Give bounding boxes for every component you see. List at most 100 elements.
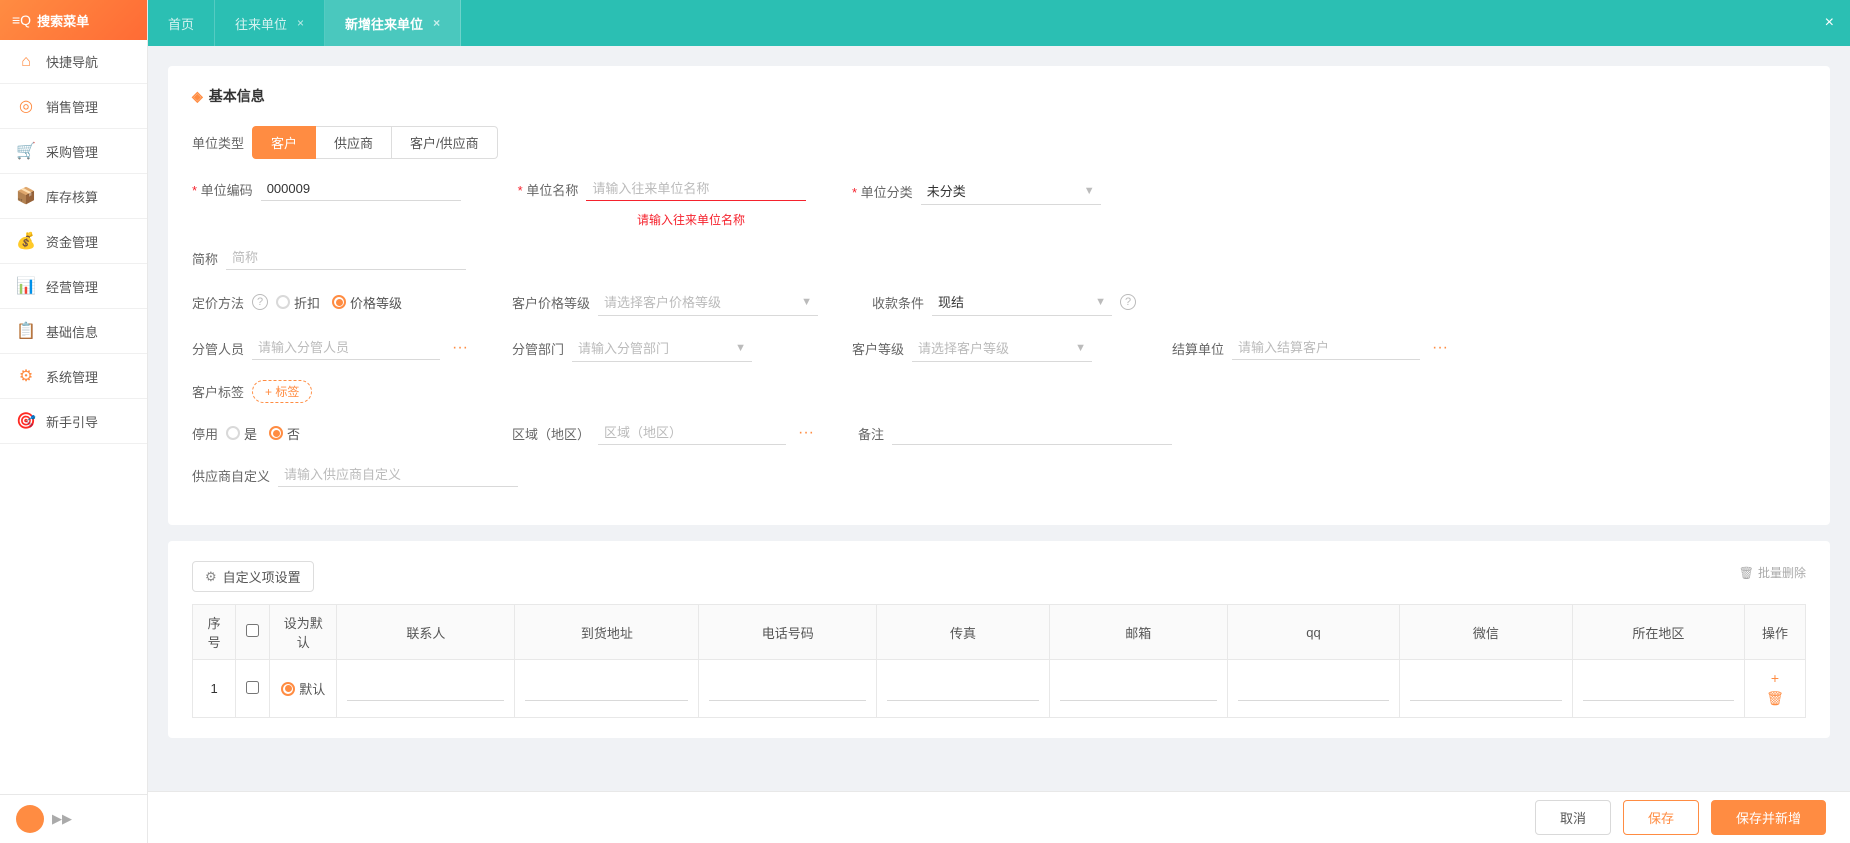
pricing-level-option[interactable]: 价格等级 (332, 293, 402, 312)
unit-category-value: 未分类 (927, 181, 1080, 200)
row-default-cell: 默认 (270, 660, 337, 718)
unit-type-supplier-button[interactable]: 供应商 (316, 126, 392, 159)
tab-unit-list-close[interactable]: × (297, 16, 304, 30)
user-avatar[interactable] (16, 805, 44, 833)
customize-btn-label: 自定义项设置 (223, 567, 301, 586)
row-wechat-cell (1400, 660, 1572, 718)
manager-more-button[interactable]: ··· (448, 339, 472, 357)
row-fax-input[interactable] (887, 677, 1038, 701)
row-phone-input[interactable] (709, 677, 866, 701)
row-region-input[interactable] (1583, 677, 1734, 701)
row-qq-input[interactable] (1238, 677, 1389, 701)
search-menu-button[interactable]: ≡Q 搜索菜单 (0, 0, 147, 40)
unit-code-field: 单位编码 (192, 177, 472, 201)
cancel-button[interactable]: 取消 (1535, 800, 1611, 835)
sidebar-item-label: 新手引导 (46, 412, 98, 431)
unit-category-select[interactable]: 未分类 ▼ (921, 177, 1101, 205)
sidebar-item-sales[interactable]: ◎ 销售管理 (0, 84, 147, 129)
sidebar-item-label: 经营管理 (46, 277, 98, 296)
sidebar-item-quick-nav[interactable]: ⌂ 快捷导航 (0, 40, 147, 84)
unit-type-customer-button[interactable]: 客户 (252, 126, 316, 159)
sidebar-item-operations[interactable]: 📊 经营管理 (0, 264, 147, 309)
region-more-button[interactable]: ··· (794, 424, 818, 442)
unit-type-both-button[interactable]: 客户/供应商 (392, 126, 498, 159)
unit-code-input[interactable] (261, 177, 461, 201)
payment-terms-select[interactable]: 现结 ▼ (932, 288, 1112, 316)
inventory-icon: 📦 (16, 186, 36, 206)
table-header-row: 序号 设为默认 联系人 到货地址 电话号码 传真 邮箱 qq 微信 所在地区 操… (193, 605, 1806, 660)
tab-new-unit[interactable]: 新增往来单位 × (325, 0, 461, 46)
tab-home[interactable]: 首页 (148, 0, 215, 46)
sidebar-item-guide[interactable]: 🎯 新手引导 (0, 399, 147, 444)
pricing-level-label: 价格等级 (350, 293, 402, 312)
pricing-method-help-icon[interactable]: ? (252, 294, 268, 310)
tab-home-label: 首页 (168, 14, 194, 33)
search-icon: ≡Q (12, 12, 31, 28)
row-qq-cell (1227, 660, 1399, 718)
row-address-cell (515, 660, 699, 718)
tab-new-unit-close[interactable]: × (433, 16, 440, 30)
department-select[interactable]: 请输入分管部门 ▼ (572, 334, 752, 362)
add-tag-button[interactable]: + 标签 (252, 380, 312, 403)
sidebar-item-inventory[interactable]: 📦 库存核算 (0, 174, 147, 219)
tab-unit-list[interactable]: 往来单位 × (215, 0, 325, 46)
row-checkbox-cell (236, 660, 270, 718)
short-name-input[interactable] (226, 246, 466, 270)
sidebar-item-finance[interactable]: 💰 资金管理 (0, 219, 147, 264)
customer-price-level-field: 客户价格等级 请选择客户价格等级 ▼ (512, 288, 832, 316)
customer-price-level-placeholder: 请选择客户价格等级 (604, 292, 797, 311)
department-field: 分管部门 请输入分管部门 ▼ (512, 334, 812, 362)
row-default-radio-item[interactable]: 默认 (280, 679, 326, 698)
finance-icon: 💰 (16, 231, 36, 251)
close-all-tabs-button[interactable]: × (1809, 14, 1850, 32)
row-address-input[interactable] (525, 677, 688, 701)
settlement-unit-more-button[interactable]: ··· (1428, 339, 1452, 357)
settlement-unit-input[interactable] (1232, 336, 1420, 360)
unit-name-input[interactable] (586, 177, 806, 201)
sidebar-item-basic-info[interactable]: 📋 基础信息 (0, 309, 147, 354)
sidebar-item-system[interactable]: ⚙ 系统管理 (0, 354, 147, 399)
payment-terms-arrow-icon: ▼ (1095, 296, 1106, 308)
sidebar-item-label: 基础信息 (46, 322, 98, 341)
pricing-discount-option[interactable]: 折扣 (276, 293, 320, 312)
batch-delete-label: 批量删除 (1758, 564, 1806, 581)
row-add-button[interactable]: + (1767, 668, 1783, 688)
row-email-input[interactable] (1060, 677, 1217, 701)
customer-level-select[interactable]: 请选择客户等级 ▼ (912, 334, 1092, 362)
basic-info-icon: 📋 (16, 321, 36, 341)
contacts-table: 序号 设为默认 联系人 到货地址 电话号码 传真 邮箱 qq 微信 所在地区 操… (192, 604, 1806, 718)
customer-tag-row: 客户标签 + 标签 (192, 380, 1806, 403)
row-wechat-input[interactable] (1410, 677, 1561, 701)
save-button[interactable]: 保存 (1623, 800, 1699, 835)
supplier-custom-row: 供应商自定义 (192, 463, 1806, 487)
select-all-checkbox[interactable] (246, 624, 259, 637)
bottom-action-bar: 取消 保存 保存并新增 (148, 791, 1850, 843)
payment-terms-help-icon[interactable]: ? (1120, 294, 1136, 310)
customize-settings-button[interactable]: ⚙ 自定义项设置 (192, 561, 314, 592)
sidebar-item-purchase[interactable]: 🛒 采购管理 (0, 129, 147, 174)
col-fax: 传真 (877, 605, 1049, 660)
row-checkbox[interactable] (246, 681, 259, 694)
region-label: 区域（地区） (512, 424, 590, 443)
customer-tag-label: 客户标签 (192, 382, 244, 401)
short-name-field: 简称 (192, 246, 472, 270)
col-checkbox (236, 605, 270, 660)
disabled-yes-option[interactable]: 是 (226, 424, 257, 443)
save-and-new-button[interactable]: 保存并新增 (1711, 800, 1826, 835)
batch-delete-button[interactable]: 🗑 批量删除 (1739, 564, 1806, 581)
region-input[interactable] (598, 421, 786, 445)
row-contact-input[interactable] (347, 677, 504, 701)
manager-row: 分管人员 ··· 分管部门 请输入分管部门 ▼ 客户等级 请选择客户等级 ▼ (192, 334, 1806, 362)
unit-type-row: 单位类型 客户 供应商 客户/供应商 (192, 126, 1806, 159)
basic-info-section: ◈ 基本信息 单位类型 客户 供应商 客户/供应商 单位编码 (168, 66, 1830, 525)
customer-price-level-select[interactable]: 请选择客户价格等级 ▼ (598, 288, 818, 316)
remarks-input[interactable] (892, 421, 1172, 445)
disabled-no-option[interactable]: 否 (269, 424, 300, 443)
manager-input[interactable] (252, 336, 440, 360)
row-delete-button[interactable]: 🗑 (1762, 688, 1788, 709)
manager-label: 分管人员 (192, 339, 244, 358)
unit-type-label: 单位类型 (192, 133, 244, 152)
sidebar: ≡Q 搜索菜单 ⌂ 快捷导航 ◎ 销售管理 🛒 采购管理 📦 库存核算 💰 资金… (0, 0, 148, 843)
supplier-custom-input[interactable] (278, 463, 518, 487)
region-field: 区域（地区） ··· (512, 421, 818, 445)
